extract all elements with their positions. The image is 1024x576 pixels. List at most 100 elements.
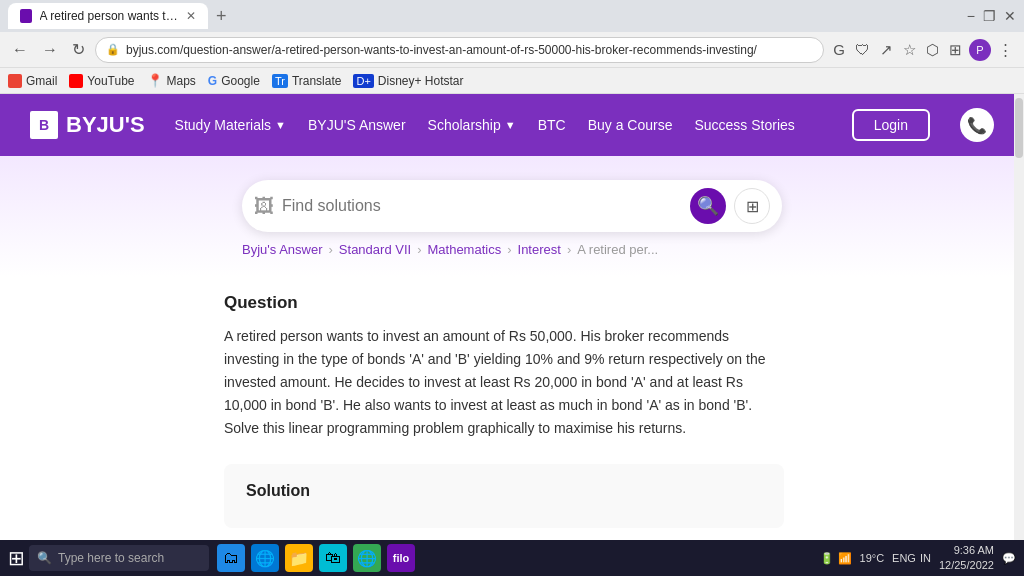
scrollbar[interactable] [1014, 94, 1024, 574]
lock-icon: 🔒 [106, 43, 120, 56]
bookmark-translate[interactable]: Tr Translate [272, 74, 342, 88]
maps-pin-icon: 📍 [147, 73, 163, 88]
nav-btc[interactable]: BTC [538, 117, 566, 133]
breadcrumb-item-standard-vii[interactable]: Standard VII [339, 242, 411, 257]
filter-icon-button[interactable]: ⊞ [734, 188, 770, 224]
bookmark-google[interactable]: G Google [208, 74, 260, 88]
bookmarks-bar: Gmail YouTube 📍 Maps G Google Tr Transla… [0, 68, 1024, 94]
breadcrumb-separator-4: › [567, 242, 571, 257]
bookmark-google-label: Google [221, 74, 260, 88]
bookmark-star-icon[interactable]: ☆ [900, 38, 919, 62]
back-button[interactable]: ← [8, 37, 32, 63]
breadcrumb-separator-3: › [507, 242, 511, 257]
taskbar-search[interactable]: 🔍 Type here to search [29, 545, 209, 571]
bookmark-translate-label: Translate [292, 74, 342, 88]
google-account-icon[interactable]: G [830, 38, 848, 61]
nav-scholarship[interactable]: Scholarship ▼ [428, 117, 516, 133]
address-bar[interactable]: 🔒 byjus.com/question-answer/a-retired-pe… [95, 37, 824, 63]
login-button[interactable]: Login [852, 109, 930, 141]
bookmark-youtube[interactable]: YouTube [69, 74, 134, 88]
windows-taskbar: ⊞ 🔍 Type here to search 🗂 🌐 📁 🛍 🌐 filo 🔋… [0, 540, 1024, 576]
menu-icon[interactable]: ⋮ [995, 38, 1016, 62]
forward-button[interactable]: → [38, 37, 62, 63]
bookmark-maps[interactable]: 📍 Maps [147, 73, 196, 88]
temperature-display: 19°C [860, 552, 885, 564]
breadcrumb-separator-2: › [417, 242, 421, 257]
solution-title: Solution [246, 482, 762, 500]
extension2-icon[interactable]: ⬡ [923, 38, 942, 62]
youtube-icon [69, 74, 83, 88]
search-button[interactable]: 🔍 [690, 188, 726, 224]
phone-icon[interactable]: 📞 [960, 108, 994, 142]
profile-icon[interactable]: P [969, 39, 991, 61]
nav-study-materials[interactable]: Study Materials ▼ [175, 117, 286, 133]
minimize-button[interactable]: − [967, 8, 975, 24]
gmail-icon [8, 74, 22, 88]
tab-favicon [20, 9, 32, 23]
country-label: IN [920, 552, 931, 564]
filter-icon: ⊞ [746, 197, 759, 216]
nav-study-materials-label: Study Materials [175, 117, 271, 133]
scrollbar-thumb[interactable] [1015, 98, 1023, 158]
search-container: 🖼 🔍 ⊞ [242, 180, 782, 232]
image-search-icon[interactable]: 🖼 [254, 195, 274, 218]
disney-icon: D+ [353, 74, 373, 88]
breadcrumb-separator-1: › [329, 242, 333, 257]
taskbar-system-icons: 🔋 📶 [820, 552, 852, 565]
nav-byjus-answer[interactable]: BYJU'S Answer [308, 117, 406, 133]
browser-tab[interactable]: A retired person wants to invest ✕ [8, 3, 208, 29]
nav-buy-course-label: Buy a Course [588, 117, 673, 133]
new-tab-button[interactable]: + [216, 6, 227, 27]
search-input[interactable] [282, 197, 682, 215]
taskbar-app-1[interactable]: 🗂 [217, 544, 245, 572]
date-display: 12/25/2022 [939, 558, 994, 573]
tab-close-icon[interactable]: ✕ [186, 9, 196, 23]
magnifier-icon: 🔍 [697, 195, 719, 217]
nav-scholarship-label: Scholarship [428, 117, 501, 133]
breadcrumb-item-mathematics[interactable]: Mathematics [427, 242, 501, 257]
logo-icon: B [30, 111, 58, 139]
nav-links: Study Materials ▼ BYJU'S Answer Scholars… [175, 117, 822, 133]
google-g-icon: G [208, 74, 217, 88]
tab-grid-icon[interactable]: ⊞ [946, 38, 965, 62]
nav-buy-course[interactable]: Buy a Course [588, 117, 673, 133]
nav-btc-label: BTC [538, 117, 566, 133]
taskbar-app-files[interactable]: 📁 [285, 544, 313, 572]
taskbar-time[interactable]: 9:36 AM 12/25/2022 [939, 543, 994, 574]
taskbar-app-edge[interactable]: 🌐 [251, 544, 279, 572]
breadcrumb-item-byjus-answer[interactable]: Byju's Answer [242, 242, 323, 257]
bookmark-gmail-label: Gmail [26, 74, 57, 88]
navbar: B BYJU'S Study Materials ▼ BYJU'S Answer… [0, 94, 1024, 156]
question-title: Question [224, 293, 800, 313]
notification-icon[interactable]: 💬 [1002, 552, 1016, 565]
nav-success-stories-label: Success Stories [694, 117, 794, 133]
taskbar-search-label: Type here to search [58, 551, 164, 565]
close-button[interactable]: ✕ [1004, 8, 1016, 24]
browser-chrome: A retired person wants to invest ✕ + − ❐… [0, 0, 1024, 94]
bookmark-disney[interactable]: D+ Disney+ Hotstar [353, 74, 463, 88]
main-content: Question A retired person wants to inves… [0, 277, 1024, 544]
bookmark-gmail[interactable]: Gmail [8, 74, 57, 88]
nav-byjus-answer-label: BYJU'S Answer [308, 117, 406, 133]
share-icon[interactable]: ↗ [877, 38, 896, 62]
nav-success-stories[interactable]: Success Stories [694, 117, 794, 133]
taskbar-app-chrome[interactable]: 🌐 [353, 544, 381, 572]
taskbar-app-store[interactable]: 🛍 [319, 544, 347, 572]
breadcrumb-item-interest[interactable]: Interest [518, 242, 561, 257]
bookmark-disney-label: Disney+ Hotstar [378, 74, 464, 88]
question-body: A retired person wants to invest an amou… [224, 325, 784, 440]
start-button[interactable]: ⊞ [8, 546, 25, 570]
browser-titlebar: A retired person wants to invest ✕ + − ❐… [0, 0, 1024, 32]
logo-text: BYJU'S [66, 112, 145, 138]
extension-icon[interactable]: 🛡 [852, 38, 873, 61]
taskbar-app-filo[interactable]: filo [387, 544, 415, 572]
logo-letter: B [39, 117, 49, 133]
time-display: 9:36 AM [939, 543, 994, 558]
wifi-icon: 📶 [838, 552, 852, 565]
byjus-logo[interactable]: B BYJU'S [30, 111, 145, 139]
restore-button[interactable]: ❐ [983, 8, 996, 24]
taskbar-search-icon: 🔍 [37, 551, 52, 565]
taskbar-pinned-apps: 🗂 🌐 📁 🛍 🌐 filo [217, 544, 415, 572]
taskbar-lang: ENG IN [892, 552, 931, 564]
refresh-button[interactable]: ↻ [68, 36, 89, 63]
